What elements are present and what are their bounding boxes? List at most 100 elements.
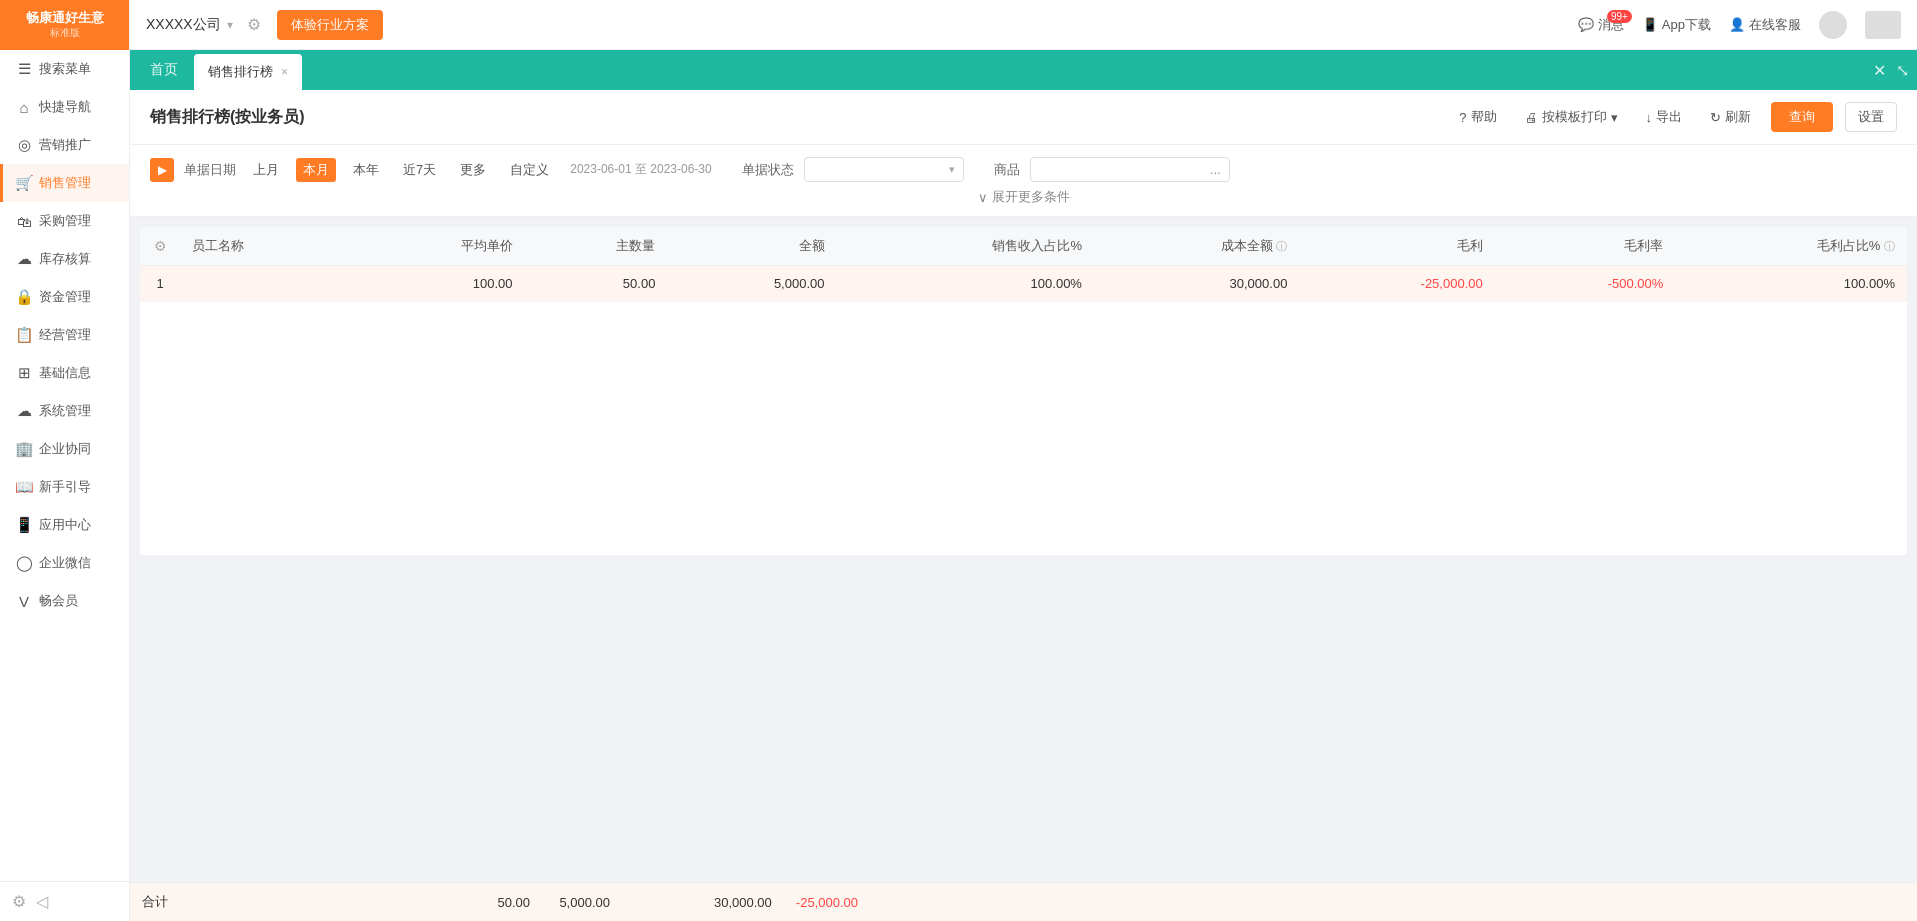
sidebar-item-label: 资金管理 (39, 288, 91, 306)
company-selector[interactable]: XXXXX公司 ▾ (146, 16, 233, 34)
service-icon: 👤 (1729, 17, 1745, 32)
sidebar-item-quick-nav[interactable]: ⌂ 快捷导航 (0, 88, 129, 126)
topbar-gear-icon[interactable]: ⚙ (247, 15, 261, 34)
tabbar-right: ✕ ⤡ (1873, 61, 1917, 80)
sidebar-item-purchase[interactable]: 🛍 采购管理 (0, 202, 129, 240)
cell-cost-total: 30,000.00 (1094, 266, 1299, 302)
cell-gross-rate: -500.00% (1495, 266, 1676, 302)
query-btn[interactable]: 查询 (1771, 102, 1833, 132)
col-sales-pct: 销售收入占比% (837, 227, 1094, 266)
msg-badge: 99+ (1607, 10, 1632, 23)
avatar[interactable] (1819, 11, 1847, 39)
status-select-value (813, 162, 817, 177)
refresh-btn[interactable]: ↻ 刷新 (1702, 104, 1759, 130)
refresh-label: 刷新 (1725, 108, 1751, 126)
sidebar-item-label: 基础信息 (39, 364, 91, 382)
sidebar-bottom: ⚙ ◁ (0, 881, 129, 921)
sidebar-item-label: 畅会员 (39, 592, 78, 610)
date-btn-more[interactable]: 更多 (453, 158, 493, 182)
sidebar-item-finance[interactable]: 🔒 资金管理 (0, 278, 129, 316)
sidebar-item-system[interactable]: ☁ 系统管理 (0, 392, 129, 430)
guide-icon: 📖 (15, 478, 33, 496)
sidebar-item-label: 企业微信 (39, 554, 91, 572)
sidebar-item-label: 应用中心 (39, 516, 91, 534)
sidebar-item-wechat[interactable]: ◯ 企业微信 (0, 544, 129, 582)
sidebar-item-sales[interactable]: 🛒 销售管理 (0, 164, 129, 202)
footer-main-qty: 50.00 (462, 895, 542, 910)
status-select[interactable]: ▾ (804, 157, 964, 182)
marketing-icon: ◎ (15, 136, 33, 154)
date-btn-7days[interactable]: 近7天 (396, 158, 443, 182)
cell-employee (180, 266, 352, 302)
cell-index: 1 (140, 266, 180, 302)
finance-icon: 🔒 (15, 288, 33, 306)
export-label: 导出 (1656, 108, 1682, 126)
user-name-area[interactable] (1865, 11, 1901, 39)
inventory-icon: ☁ (15, 250, 33, 268)
sidebar-item-inventory[interactable]: ☁ 库存核算 (0, 240, 129, 278)
app-center-icon: 📱 (15, 516, 33, 534)
col-gross-rate: 毛利率 (1495, 227, 1676, 266)
export-btn[interactable]: ↓ 导出 (1638, 104, 1691, 130)
sidebar-item-basic-info[interactable]: ⊞ 基础信息 (0, 354, 129, 392)
expand-down-icon: ∨ (978, 190, 988, 205)
table-row: 1 100.00 50.00 5,000.00 100.00% 30,000.0… (140, 266, 1907, 302)
col-total: 全额 (667, 227, 836, 266)
logo-title: 畅康通好生意 (26, 10, 104, 26)
setting-btn[interactable]: 设置 (1845, 102, 1897, 132)
tab-close-window-icon[interactable]: ✕ (1873, 61, 1886, 80)
status-filter-label: 单据状态 (742, 161, 794, 179)
tab-home[interactable]: 首页 (134, 50, 194, 90)
cell-total: 5,000.00 (667, 266, 836, 302)
sidebar-item-guide[interactable]: 📖 新手引导 (0, 468, 129, 506)
print-btn[interactable]: 🖨 按模板打印 ▾ (1517, 104, 1626, 130)
basic-info-icon: ⊞ (15, 364, 33, 382)
system-icon: ☁ (15, 402, 33, 420)
sidebar-item-label: 采购管理 (39, 212, 91, 230)
tab-sales-ranking[interactable]: 销售排行榜 × (194, 54, 302, 90)
data-table-wrap: ⚙ 员工名称 平均单价 主数量 全额 销售收入占比% 成本全额 ⓘ 毛利 毛利率 (140, 227, 1907, 555)
help-icon: ? (1459, 110, 1466, 125)
msg-btn[interactable]: 💬 消息 99+ (1578, 16, 1624, 34)
col-employee: 员工名称 (180, 227, 352, 266)
trial-btn[interactable]: 体验行业方案 (277, 10, 383, 40)
topbar: XXXXX公司 ▾ ⚙ 体验行业方案 💬 消息 99+ 📱 App下载 👤 在线… (130, 0, 1917, 50)
logo-subtitle: 标准版 (50, 26, 80, 40)
service-btn[interactable]: 👤 在线客服 (1729, 16, 1801, 34)
date-btn-this-month[interactable]: 本月 (296, 158, 336, 182)
sidebar-item-search-order[interactable]: ☰ 搜索菜单 (0, 50, 129, 88)
sidebar-item-member[interactable]: V 畅会员 (0, 582, 129, 620)
company-name: XXXXX公司 (146, 16, 221, 34)
col-settings-icon[interactable]: ⚙ (154, 238, 167, 254)
col-main-qty: 主数量 (525, 227, 668, 266)
help-btn[interactable]: ? 帮助 (1451, 104, 1504, 130)
expand-btn[interactable]: ∨ 展开更多条件 (978, 188, 1070, 206)
sidebar-item-app-center[interactable]: 📱 应用中心 (0, 506, 129, 544)
col-avg-price: 平均单价 (352, 227, 524, 266)
print-icon: 🖨 (1525, 110, 1538, 125)
date-btn-custom[interactable]: 自定义 (503, 158, 556, 182)
app-download-btn[interactable]: 📱 App下载 (1642, 16, 1711, 34)
expand-label: 展开更多条件 (992, 188, 1070, 206)
date-btn-last-month[interactable]: 上月 (246, 158, 286, 182)
filter-area: ▶ 单据日期 上月 本月 本年 近7天 更多 自定义 2023-06-01 至 … (130, 145, 1917, 217)
tabbar: 首页 销售排行榜 × ✕ ⤡ (130, 50, 1917, 90)
main-area: XXXXX公司 ▾ ⚙ 体验行业方案 💬 消息 99+ 📱 App下载 👤 在线… (130, 0, 1917, 921)
col-gross-pct: 毛利占比% ⓘ (1675, 227, 1907, 266)
sidebar-item-marketing[interactable]: ◎ 营销推广 (0, 126, 129, 164)
col-cost-total: 成本全额 ⓘ (1094, 227, 1299, 266)
goods-more-icon: ... (1210, 162, 1221, 177)
date-btn-this-year[interactable]: 本年 (346, 158, 386, 182)
tab-close-icon[interactable]: × (281, 65, 288, 79)
status-dropdown-icon: ▾ (949, 163, 955, 176)
goods-select[interactable]: ... (1030, 157, 1230, 182)
goods-select-value (1039, 162, 1043, 177)
sidebar-item-operations[interactable]: 📋 经营管理 (0, 316, 129, 354)
filter-toggle-btn[interactable]: ▶ (150, 158, 174, 182)
tab-expand-icon[interactable]: ⤡ (1896, 61, 1909, 80)
date-filter-label: 单据日期 (184, 161, 236, 179)
settings-bottom-icon[interactable]: ⚙ (12, 892, 26, 911)
sidebar-item-enterprise[interactable]: 🏢 企业协同 (0, 430, 129, 468)
collapse-sidebar-icon[interactable]: ◁ (36, 892, 48, 911)
search-order-icon: ☰ (15, 60, 33, 78)
